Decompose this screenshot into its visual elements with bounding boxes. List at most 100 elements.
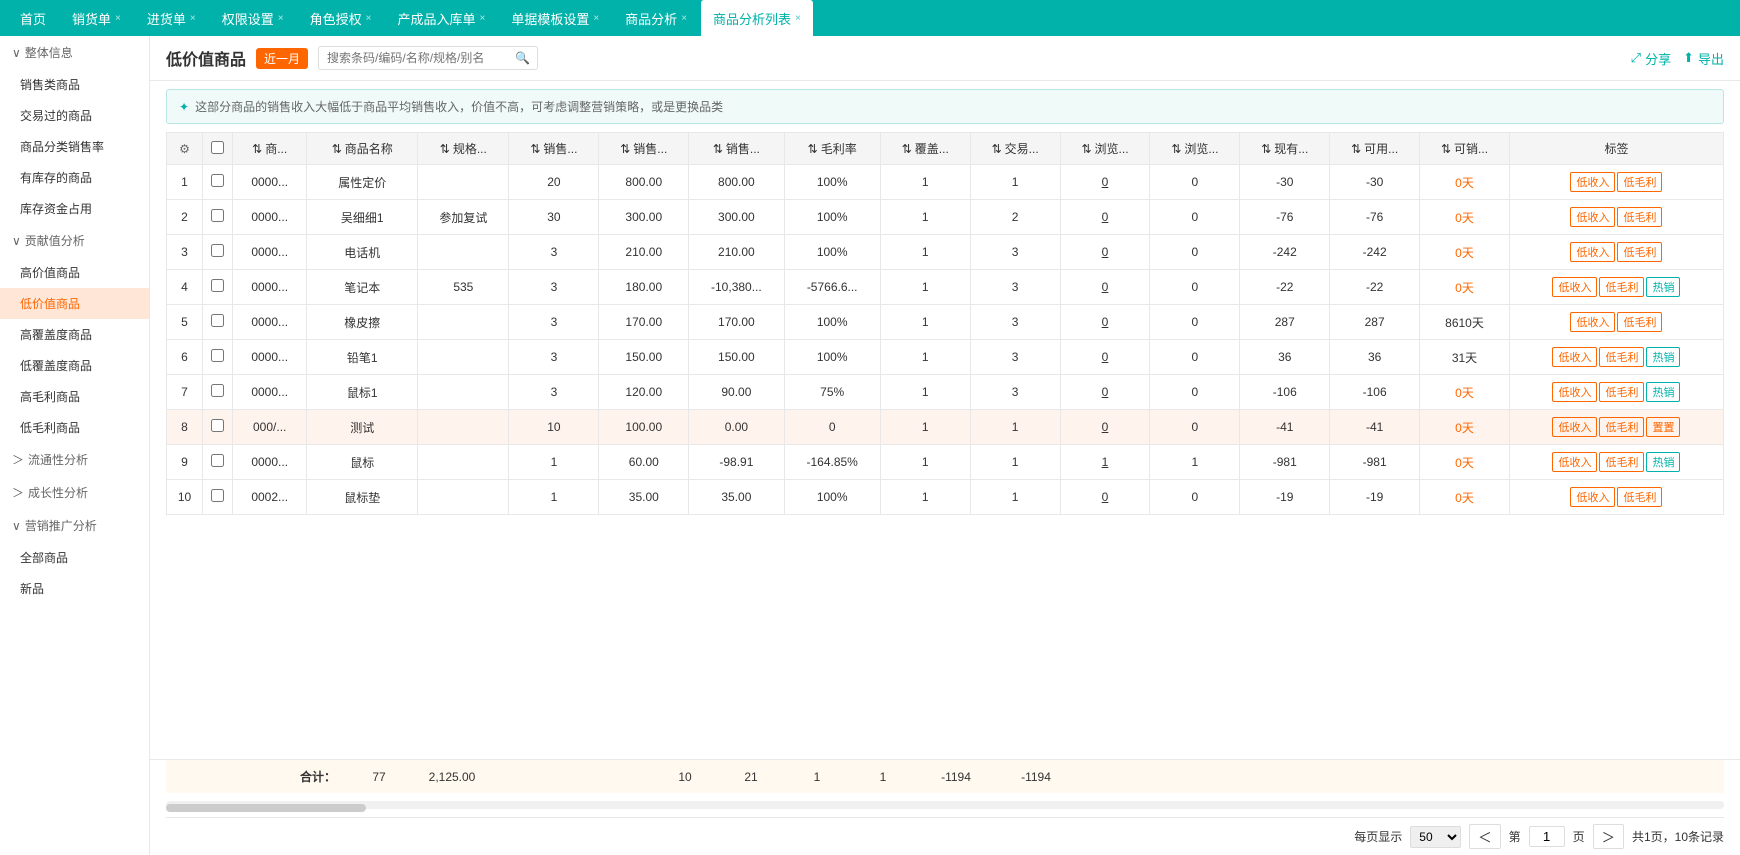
sidebar-item-category-rate[interactable]: 商品分类销售率 [0, 131, 149, 162]
row-tags: 低收入低毛利 [1509, 200, 1723, 235]
row-name: 吴细细1 [307, 200, 418, 235]
row-checkbox[interactable] [211, 174, 224, 187]
page-prefix: 第 [1509, 828, 1521, 845]
row-trade: 2 [970, 200, 1060, 235]
row-checkbox[interactable] [211, 454, 224, 467]
search-input[interactable] [318, 46, 538, 70]
sidebar-section-marketing[interactable]: ∨ 营销推广分析 [0, 509, 149, 542]
row-name: 属性定价 [307, 165, 418, 200]
row-view1[interactable]: 0 [1060, 305, 1150, 340]
sidebar-item-traded-goods[interactable]: 交易过的商品 [0, 100, 149, 131]
row-checkbox[interactable] [211, 489, 224, 502]
sidebar-item-high-value[interactable]: 高价值商品 [0, 257, 149, 288]
scrollbar-thumb[interactable] [166, 804, 366, 812]
share-button[interactable]: ⤢ 分享 [1631, 49, 1671, 68]
nav-permissions[interactable]: 权限设置 × [210, 0, 296, 36]
row-tags: 低收入低毛利热销 [1509, 445, 1723, 480]
nav-goods-analysis[interactable]: 商品分析 × [613, 0, 699, 36]
search-icon[interactable]: 🔍 [515, 51, 530, 65]
sidebar-item-new-goods[interactable]: 新品 [0, 573, 149, 604]
row-view1[interactable]: 0 [1060, 340, 1150, 375]
horizontal-scrollbar[interactable] [166, 801, 1724, 809]
sidebar-item-all-goods[interactable]: 全部商品 [0, 542, 149, 573]
next-page-btn[interactable]: ＞ [1593, 824, 1624, 849]
close-icon[interactable]: × [795, 13, 801, 24]
close-icon[interactable]: × [190, 13, 196, 24]
row-checkbox-cell[interactable] [203, 340, 233, 375]
row-checkbox-cell[interactable] [203, 305, 233, 340]
row-view1[interactable]: 0 [1060, 165, 1150, 200]
close-icon[interactable]: × [479, 13, 485, 24]
row-checkbox-cell[interactable] [203, 200, 233, 235]
row-view1[interactable]: 0 [1060, 410, 1150, 445]
row-saleable: 0天 [1420, 200, 1510, 235]
table-row: 3 0000... 电话机 3 210.00 210.00 100% 1 3 0… [167, 235, 1724, 270]
row-num: 5 [167, 305, 203, 340]
nav-template[interactable]: 单据模板设置 × [499, 0, 611, 36]
row-checkbox[interactable] [211, 384, 224, 397]
close-icon[interactable]: × [681, 13, 687, 24]
row-code: 0000... [233, 200, 307, 235]
row-coverage: 1 [880, 480, 970, 515]
close-icon[interactable]: × [115, 13, 121, 24]
row-checkbox-cell[interactable] [203, 445, 233, 480]
export-button[interactable]: ⬆ 导出 [1683, 49, 1724, 68]
sidebar-section-overall[interactable]: ∨ 整体信息 [0, 36, 149, 69]
sidebar-section-contribution[interactable]: ∨ 贡献值分析 [0, 224, 149, 257]
sidebar-item-stocked-goods[interactable]: 有库存的商品 [0, 162, 149, 193]
row-checkbox-cell[interactable] [203, 410, 233, 445]
col-sale-amount-header: ⇅ 销售... [599, 133, 689, 165]
sidebar-section-flow[interactable]: ＞ 流通性分析 [0, 443, 149, 476]
row-checkbox[interactable] [211, 279, 224, 292]
sidebar-section-growth[interactable]: ＞ 成长性分析 [0, 476, 149, 509]
sidebar-item-low-profit[interactable]: 低毛利商品 [0, 412, 149, 443]
close-icon[interactable]: × [366, 13, 372, 24]
row-sale-profit: -10,380... [689, 270, 784, 305]
nav-role[interactable]: 角色授权 × [298, 0, 384, 36]
row-checkbox-cell[interactable] [203, 270, 233, 305]
nav-home[interactable]: 首页 [8, 0, 58, 36]
row-checkbox[interactable] [211, 209, 224, 222]
filter-tag-month[interactable]: 近一月 [256, 48, 308, 69]
row-checkbox-cell[interactable] [203, 375, 233, 410]
header-actions: ⤢ 分享 ⬆ 导出 [1631, 49, 1724, 68]
nav-purchase[interactable]: 进货单 × [135, 0, 208, 36]
row-view1[interactable]: 0 [1060, 480, 1150, 515]
col-checkbox-header[interactable] [203, 133, 233, 165]
prev-page-btn[interactable]: ＜ [1469, 824, 1500, 849]
sidebar-item-high-profit[interactable]: 高毛利商品 [0, 381, 149, 412]
row-view1[interactable]: 0 [1060, 375, 1150, 410]
sidebar-item-low-coverage[interactable]: 低覆盖度商品 [0, 350, 149, 381]
row-checkbox[interactable] [211, 349, 224, 362]
col-gear[interactable]: ⚙ [167, 133, 203, 165]
row-view1[interactable]: 0 [1060, 270, 1150, 305]
row-tags: 低收入低毛利 [1509, 165, 1723, 200]
row-code: 0000... [233, 165, 307, 200]
row-trade: 3 [970, 305, 1060, 340]
page-number-input[interactable] [1529, 826, 1565, 847]
nav-goods-analysis-list[interactable]: 商品分析列表 × [701, 0, 813, 36]
row-view1[interactable]: 0 [1060, 200, 1150, 235]
select-all-checkbox[interactable] [211, 141, 224, 154]
tag: 低毛利 [1599, 347, 1644, 367]
row-view1[interactable]: 0 [1060, 235, 1150, 270]
row-checkbox[interactable] [211, 244, 224, 257]
sidebar-item-low-value[interactable]: 低价值商品 [0, 288, 149, 319]
close-icon[interactable]: × [278, 13, 284, 24]
gear-icon[interactable]: ⚙ [179, 142, 190, 156]
sidebar-item-capital[interactable]: 库存资金占用 [0, 193, 149, 224]
sidebar-item-high-coverage[interactable]: 高覆盖度商品 [0, 319, 149, 350]
row-checkbox-cell[interactable] [203, 480, 233, 515]
nav-sales[interactable]: 销货单 × [60, 0, 133, 36]
nav-product-in[interactable]: 产成品入库单 × [385, 0, 497, 36]
row-checkbox[interactable] [211, 419, 224, 432]
row-saleable: 0天 [1420, 375, 1510, 410]
sidebar-item-sales-goods[interactable]: 销售类商品 [0, 69, 149, 100]
total-view2: 1 [850, 770, 916, 784]
row-checkbox-cell[interactable] [203, 235, 233, 270]
per-page-select[interactable]: 50 100 200 [1410, 826, 1461, 848]
close-icon[interactable]: × [593, 13, 599, 24]
row-checkbox[interactable] [211, 314, 224, 327]
row-view1[interactable]: 1 [1060, 445, 1150, 480]
row-checkbox-cell[interactable] [203, 165, 233, 200]
